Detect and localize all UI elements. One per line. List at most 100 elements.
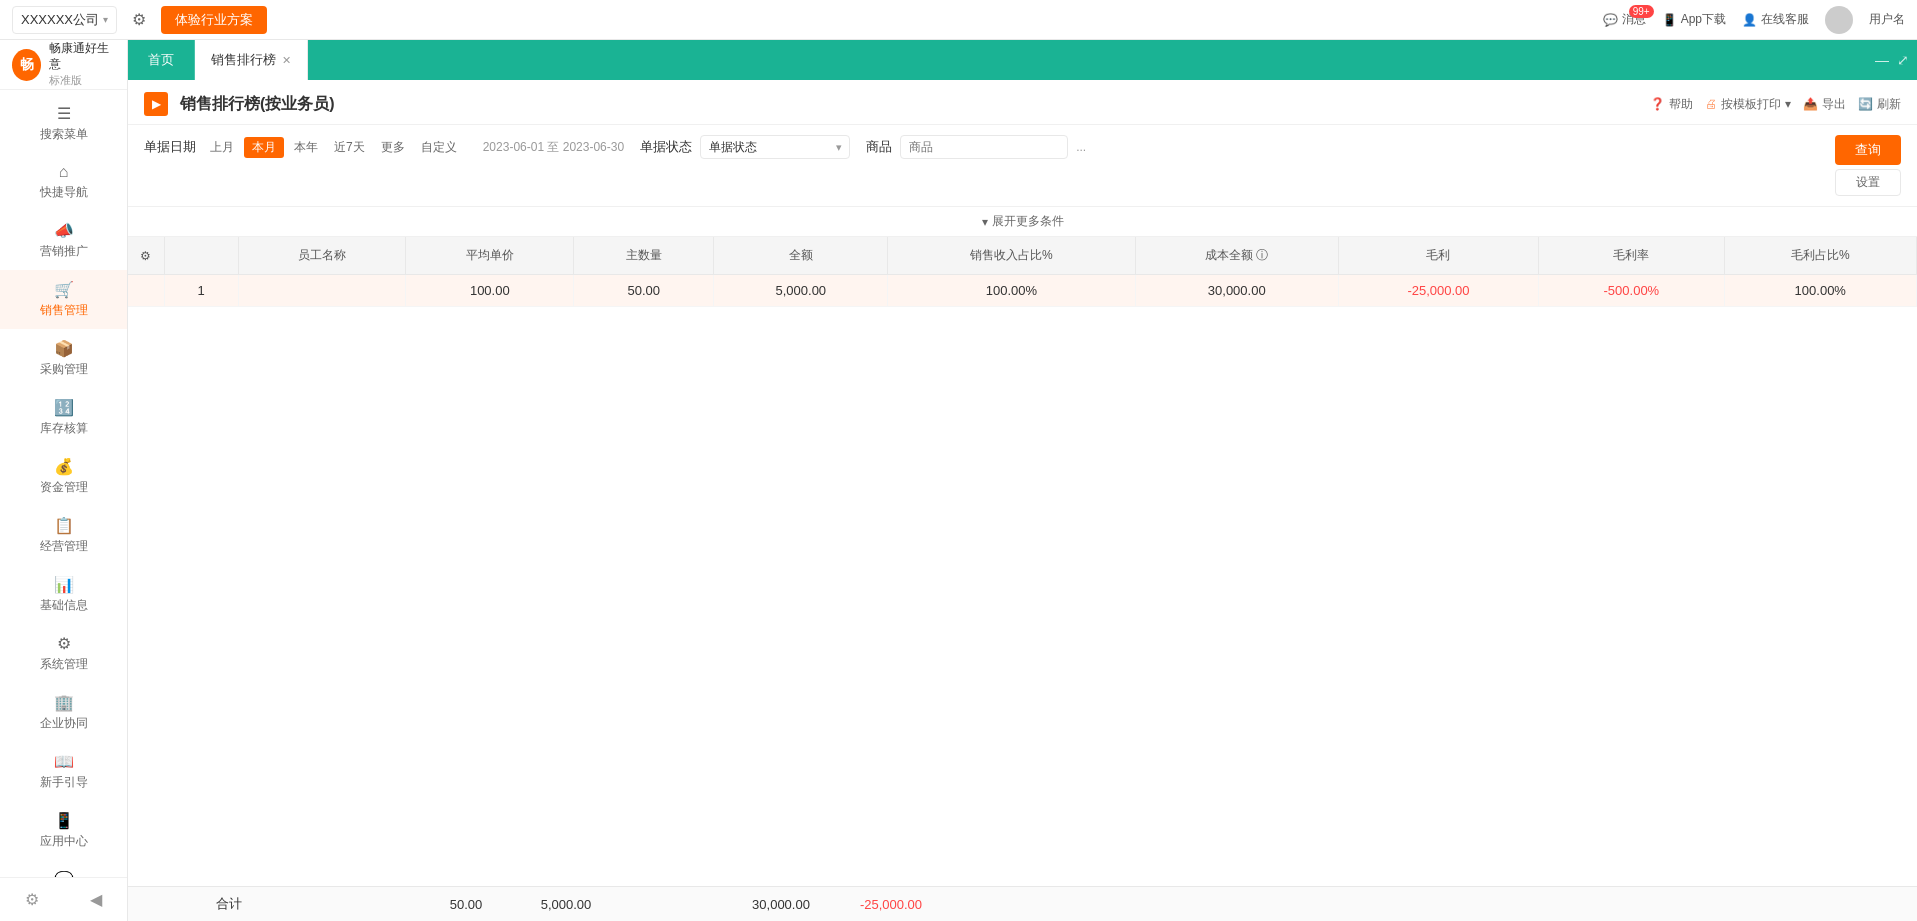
cell-total: 5,000.00 — [714, 275, 888, 307]
date-filter: 单据日期 上月 本月 本年 近7天 更多 自定义 — [144, 137, 463, 158]
tab-maximize-icon[interactable]: ⤢ — [1897, 52, 1909, 68]
query-button[interactable]: 查询 — [1835, 135, 1901, 165]
date-tab-last-month[interactable]: 上月 — [204, 137, 240, 158]
template-print-button[interactable]: 🖨 按模板打印 ▾ — [1705, 96, 1791, 113]
footer-total-label: 合计 — [216, 895, 316, 913]
date-filter-label: 单据日期 — [144, 138, 196, 156]
th-quantity: 主数量 — [574, 237, 714, 275]
footer-total: 5,000.00 — [516, 897, 616, 912]
status-filter: 单据状态 单据状态 — [640, 135, 850, 159]
help-label: 帮助 — [1669, 96, 1693, 113]
refresh-icon: 🔄 — [1858, 97, 1873, 111]
wechat-icon: 💬 — [54, 870, 74, 877]
date-tab-more[interactable]: 更多 — [375, 137, 411, 158]
data-table: ⚙ 员工名称 平均单价 主数量 全额 销售收入占比% 成本全额 ⓘ 毛利 毛利率… — [128, 237, 1917, 307]
chevron-down-icon: ▾ — [103, 14, 108, 25]
sidebar-label-finance: 资金管理 — [40, 479, 88, 496]
trial-button[interactable]: 体验行业方案 — [161, 6, 267, 34]
th-employee: 员工名称 — [238, 237, 406, 275]
search-order-icon: ☰ — [57, 104, 71, 123]
status-select[interactable]: 单据状态 — [700, 135, 850, 159]
tab-close-icon[interactable]: ✕ — [282, 54, 291, 67]
status-select-wrapper: 单据状态 — [700, 135, 850, 159]
date-tab-current-month[interactable]: 本月 — [244, 137, 284, 158]
cell-gross-pct: 100.00% — [1724, 275, 1916, 307]
export-button[interactable]: 📤 导出 — [1803, 96, 1846, 113]
sidebar-settings-button[interactable]: ⚙ — [17, 886, 47, 913]
filter-and-query: 单据日期 上月 本月 本年 近7天 更多 自定义 — [144, 135, 1901, 196]
table-row: 1 100.00 50.00 5,000.00 100.00% 30,000.0… — [128, 275, 1917, 307]
avatar[interactable] — [1825, 6, 1853, 34]
sidebar-label-quick-nav: 快捷导航 — [40, 184, 88, 201]
cell-gross: -25,000.00 — [1338, 275, 1538, 307]
help-button[interactable]: ❓ 帮助 — [1650, 96, 1693, 113]
sidebar-item-basic-info[interactable]: 📊 基础信息 — [0, 565, 127, 624]
goods-input[interactable] — [900, 135, 1068, 159]
tab-home[interactable]: 首页 — [128, 40, 195, 80]
date-tab-7days[interactable]: 近7天 — [328, 137, 371, 158]
table-header-row: ⚙ 员工名称 平均单价 主数量 全额 销售收入占比% 成本全额 ⓘ 毛利 毛利率… — [128, 237, 1917, 275]
filter-row: 单据日期 上月 本月 本年 近7天 更多 自定义 — [144, 135, 1835, 159]
status-filter-label: 单据状态 — [640, 138, 692, 156]
service-label: 在线客服 — [1761, 11, 1809, 28]
tab-sales-rank[interactable]: 销售排行榜 ✕ — [195, 40, 308, 80]
cell-settings — [128, 275, 164, 307]
purchase-icon: 📦 — [54, 339, 74, 358]
company-selector[interactable]: XXXXXX公司 ▾ — [12, 6, 117, 34]
logo-icon: 畅 — [12, 49, 41, 81]
query-area: 查询 设置 — [1835, 135, 1901, 196]
sidebar-item-purchase[interactable]: 📦 采购管理 — [0, 329, 127, 388]
page-header: ▶ 销售排行榜(按业务员) ❓ 帮助 🖨 按模板打印 ▾ 📤 — [128, 80, 1917, 125]
sidebar-item-marketing[interactable]: 📣 营销推广 — [0, 211, 127, 270]
sidebar-collapse-button[interactable]: ◀ — [82, 886, 110, 913]
sidebar-item-quick-nav[interactable]: ⌂ 快捷导航 — [0, 153, 127, 211]
app-download-button[interactable]: 📱 App下载 — [1662, 11, 1726, 28]
th-gross: 毛利 — [1338, 237, 1538, 275]
filters-main: 单据日期 上月 本月 本年 近7天 更多 自定义 — [144, 135, 1835, 159]
settings-icon[interactable]: ⚙ — [125, 6, 153, 34]
settings-button[interactable]: 设置 — [1835, 169, 1901, 196]
th-settings[interactable]: ⚙ — [128, 237, 164, 275]
template-print-label: 按模板打印 — [1721, 96, 1781, 113]
th-total: 全额 — [714, 237, 888, 275]
page-actions: ❓ 帮助 🖨 按模板打印 ▾ 📤 导出 🔄 刷新 — [1650, 96, 1901, 113]
th-sales-pct: 销售收入占比% — [888, 237, 1136, 275]
sidebar-item-wechat[interactable]: 💬 企业微信 — [0, 860, 127, 877]
sidebar-item-operation[interactable]: 📋 经营管理 — [0, 506, 127, 565]
tab-sales-rank-label: 销售排行榜 — [211, 51, 276, 69]
goods-more-btn[interactable]: ... — [1076, 140, 1086, 154]
sidebar-item-finance[interactable]: 💰 资金管理 — [0, 447, 127, 506]
template-dropdown-icon: ▾ — [1785, 97, 1791, 111]
expand-conditions-label: 展开更多条件 — [992, 213, 1064, 230]
sidebar-item-system[interactable]: ⚙ 系统管理 — [0, 624, 127, 683]
sidebar-item-search-order[interactable]: ☰ 搜索菜单 — [0, 94, 127, 153]
sidebar-item-app-center[interactable]: 📱 应用中心 — [0, 801, 127, 860]
cell-gross-rate: -500.00% — [1539, 275, 1724, 307]
cell-sales-pct: 100.00% — [888, 275, 1136, 307]
date-tab-custom[interactable]: 自定义 — [415, 137, 463, 158]
tab-minimize-icon[interactable]: — — [1875, 52, 1889, 68]
finance-icon: 💰 — [54, 457, 74, 476]
sidebar-item-enterprise[interactable]: 🏢 企业协同 — [0, 683, 127, 742]
online-service-button[interactable]: 👤 在线客服 — [1742, 11, 1809, 28]
sidebar-label-basic-info: 基础信息 — [40, 597, 88, 614]
expand-chevron-icon: ▾ — [982, 215, 988, 229]
sidebar-label-inventory: 库存核算 — [40, 420, 88, 437]
message-button[interactable]: 💬 消息 99+ — [1603, 11, 1646, 28]
expand-conditions-button[interactable]: ▾ 展开更多条件 — [982, 213, 1064, 230]
date-tab-current-year[interactable]: 本年 — [288, 137, 324, 158]
sidebar-label-purchase: 采购管理 — [40, 361, 88, 378]
sidebar-item-sales[interactable]: 🛒 销售管理 — [0, 270, 127, 329]
page-back-button[interactable]: ▶ — [144, 92, 168, 116]
tab-bar: 首页 销售排行榜 ✕ — ⤢ — [128, 40, 1917, 80]
sidebar-item-guide[interactable]: 📖 新手引导 — [0, 742, 127, 801]
operation-icon: 📋 — [54, 516, 74, 535]
user-name: 用户名 — [1869, 11, 1905, 28]
inventory-icon: 🔢 — [54, 398, 74, 417]
app-label: App下载 — [1681, 11, 1726, 28]
sidebar-label-marketing: 营销推广 — [40, 243, 88, 260]
quick-nav-icon: ⌂ — [59, 163, 69, 181]
refresh-button[interactable]: 🔄 刷新 — [1858, 96, 1901, 113]
sidebar-item-inventory[interactable]: 🔢 库存核算 — [0, 388, 127, 447]
date-tabs: 上月 本月 本年 近7天 更多 自定义 — [204, 137, 463, 158]
